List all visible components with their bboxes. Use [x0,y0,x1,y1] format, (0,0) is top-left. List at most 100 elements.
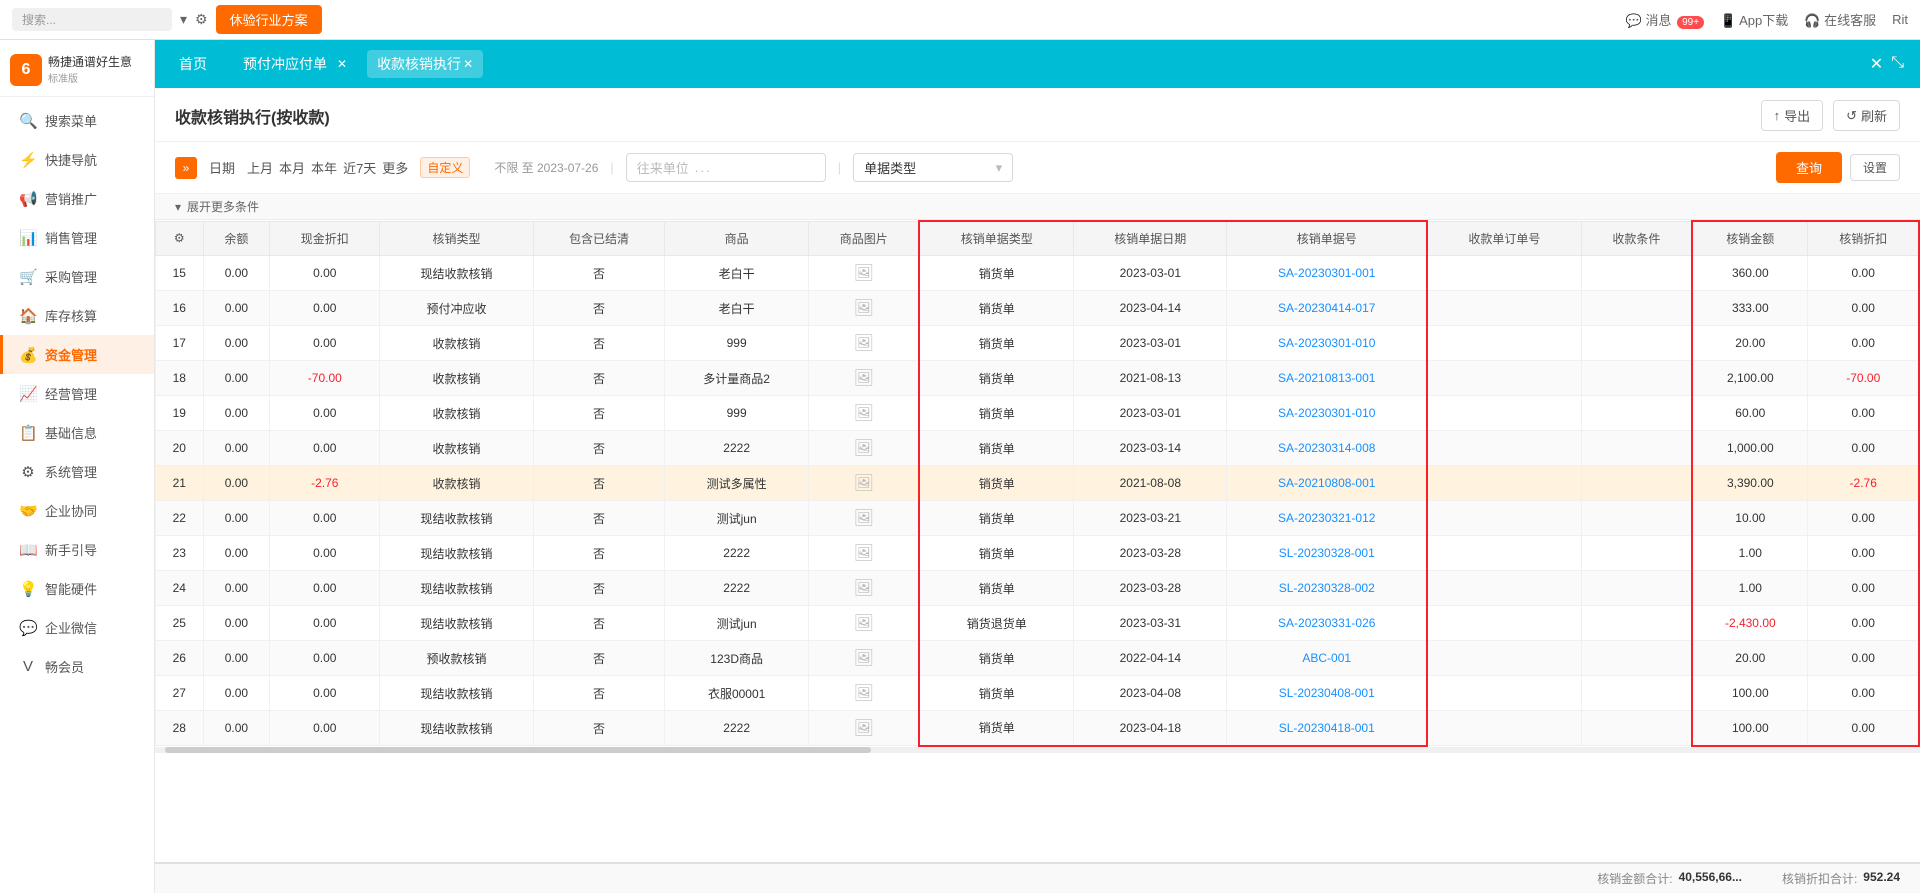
bill-no-link[interactable]: SA-20230331-026 [1278,616,1375,630]
date-range-display: 不限 至 2023-07-26 [494,159,598,176]
nav-home[interactable]: 首页 [171,50,215,78]
sidebar-icon: 📈 [19,385,37,403]
cell-7: 销货单 [919,466,1073,501]
sidebar-item-新手引导[interactable]: 📖新手引导 [0,530,154,569]
cell-0: 18 [156,361,204,396]
sidebar-item-畅会员[interactable]: V畅会员 [0,647,154,686]
from-unit-field[interactable]: 往来单位 ... [626,153,826,182]
bill-no-link[interactable]: SA-20230301-010 [1278,336,1375,350]
gear-icon[interactable]: ⚙ [195,11,208,28]
period-last-month[interactable]: 上月 [247,158,273,177]
close-window-icon[interactable]: ✕ [1870,54,1883,74]
app-download-link[interactable]: 📱 App下载 [1720,10,1788,29]
bill-no-link[interactable]: SA-20210808-001 [1278,476,1375,490]
maximize-icon[interactable]: ⤡ [1891,54,1904,74]
cell-4: 否 [533,291,665,326]
message-link[interactable]: 💬 消息 99+ [1626,10,1704,29]
cell-11 [1581,536,1692,571]
top-search-area[interactable]: 搜索... [12,8,172,31]
cell-4: 否 [533,361,665,396]
sidebar-label: 搜索菜单 [45,111,97,130]
sidebar-item-库存核算[interactable]: 🏠库存核算 [0,296,154,335]
close-tab2[interactable]: ✕ [463,57,473,71]
table-row: 160.000.00预付冲应收否老白干🖼销货单2023-04-14SA-2023… [156,291,1920,326]
sidebar-icon: 🔍 [19,112,37,130]
cell-9[interactable]: SA-20230301-010 [1227,396,1427,431]
total-amount-value: 40,556,66... [1679,870,1742,887]
filter-toggle-btn[interactable]: » [175,157,197,179]
cell-13: 0.00 [1808,536,1919,571]
cell-9[interactable]: SA-20230321-012 [1227,501,1427,536]
cell-1: 0.00 [203,536,270,571]
cell-9[interactable]: SA-20210808-001 [1227,466,1427,501]
sidebar-item-销售管理[interactable]: 📊销售管理 [0,218,154,257]
cell-9[interactable]: SA-20230331-026 [1227,606,1427,641]
cell-12: 60.00 [1692,396,1808,431]
nav-tab2[interactable]: 收款核销执行 [377,54,461,74]
cell-9[interactable]: SA-20210813-001 [1227,361,1427,396]
bill-no-link[interactable]: SA-20230321-012 [1278,511,1375,525]
settings-btn[interactable]: 设置 [1850,154,1900,181]
online-service-link[interactable]: 🎧 在线客服 [1804,10,1876,29]
cell-6: 🖼 [809,326,920,361]
bill-no-link[interactable]: SL-20230328-002 [1279,581,1375,595]
cell-9[interactable]: SA-20230301-010 [1227,326,1427,361]
bill-no-link[interactable]: SA-20230314-008 [1278,441,1375,455]
period-7days[interactable]: 近7天 [343,158,376,177]
cell-9[interactable]: ABC-001 [1227,641,1427,676]
table-row: 260.000.00预收款核销否123D商品🖼销货单2022-04-14ABC-… [156,641,1920,676]
sidebar-item-企业微信[interactable]: 💬企业微信 [0,608,154,647]
cell-12: 1.00 [1692,571,1808,606]
period-this-year[interactable]: 本年 [311,158,337,177]
sidebar-item-搜索菜单[interactable]: 🔍 搜索菜单 [0,101,154,140]
bill-no-link[interactable]: SL-20230408-001 [1279,686,1375,700]
cell-6: 🖼 [809,431,920,466]
period-more[interactable]: 更多 [382,158,408,177]
export-btn[interactable]: ↑ 导出 [1761,100,1824,131]
sidebar-item-经营管理[interactable]: 📈经营管理 [0,374,154,413]
bill-no-link[interactable]: SA-20230301-010 [1278,406,1375,420]
custom-date-btn[interactable]: 自定义 [420,157,470,178]
dropdown-icon[interactable]: ▾ [180,11,187,28]
bill-no-link[interactable]: ABC-001 [1302,651,1351,665]
bill-no-link[interactable]: SL-20230418-001 [1279,721,1375,735]
bill-no-link[interactable]: SL-20230328-001 [1279,546,1375,560]
page-header: 收款核销执行(按收款) ↑ 导出 ↺ 刷新 [155,88,1920,142]
cell-9[interactable]: SA-20230314-008 [1227,431,1427,466]
sidebar-item-采购管理[interactable]: 🛒采购管理 [0,257,154,296]
cell-2: 0.00 [270,256,380,291]
bill-no-link[interactable]: SA-20230301-001 [1278,266,1375,280]
refresh-btn[interactable]: ↺ 刷新 [1833,100,1900,131]
cell-6: 🖼 [809,641,920,676]
sidebar-item-资金管理[interactable]: 💰资金管理 [0,335,154,374]
cell-10 [1427,466,1581,501]
query-btn[interactable]: 查询 [1776,152,1842,183]
cell-9[interactable]: SA-20230414-017 [1227,291,1427,326]
cell-9[interactable]: SL-20230328-002 [1227,571,1427,606]
close-tab1[interactable]: ✕ [337,57,347,71]
industry-btn[interactable]: 休验行业方案 [216,5,322,34]
cell-13: 0.00 [1808,326,1919,361]
bill-no-link[interactable]: SA-20230414-017 [1278,301,1375,315]
cell-6: 🖼 [809,396,920,431]
sidebar-item-企业协同[interactable]: 🤝企业协同 [0,491,154,530]
total-discount-label: 核销折扣合计: [1782,870,1857,887]
sidebar-label: 采购管理 [45,267,97,286]
bill-no-link[interactable]: SA-20210813-001 [1278,371,1375,385]
nav-tab1[interactable]: 预付冲应付单 [235,50,335,78]
single-type-select[interactable]: 单据类型 ▾ [853,153,1013,182]
cell-10 [1427,361,1581,396]
cell-9[interactable]: SA-20230301-001 [1227,256,1427,291]
sidebar-item-营销推广[interactable]: 📢营销推广 [0,179,154,218]
sidebar-item-快捷导航[interactable]: ⚡快捷导航 [0,140,154,179]
sidebar-item-系统管理[interactable]: ⚙系统管理 [0,452,154,491]
cell-9[interactable]: SL-20230418-001 [1227,711,1427,746]
sidebar-item-基础信息[interactable]: 📋基础信息 [0,413,154,452]
cell-10 [1427,256,1581,291]
period-this-month[interactable]: 本月 [279,158,305,177]
sidebar-item-智能硬件[interactable]: 💡智能硬件 [0,569,154,608]
expand-conditions-bar[interactable]: ▾ 展开更多条件 [155,194,1920,220]
cell-9[interactable]: SL-20230328-001 [1227,536,1427,571]
cell-9[interactable]: SL-20230408-001 [1227,676,1427,711]
col-header-10: 收款单订单号 [1427,221,1581,256]
